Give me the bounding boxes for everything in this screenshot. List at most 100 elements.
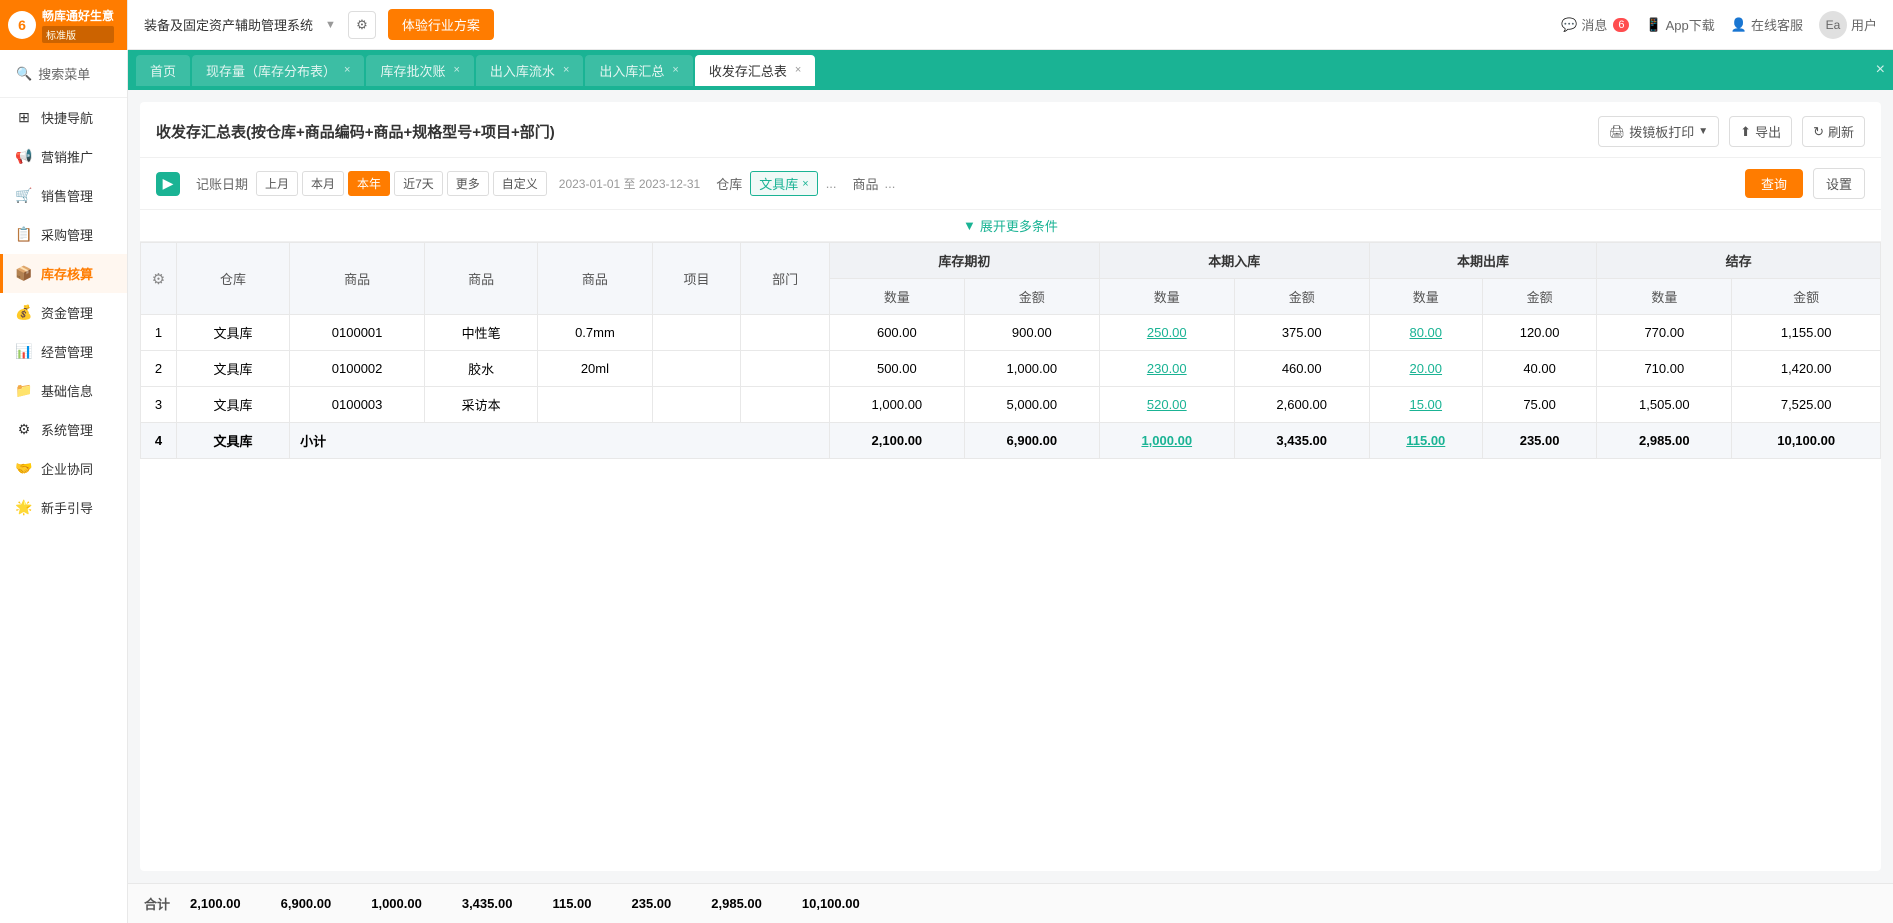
sidebar-item-marketing[interactable]: 📢 营销推广 xyxy=(0,137,127,176)
th-settings: ⚙ xyxy=(141,243,177,315)
th-bal-qty: 数量 xyxy=(1597,279,1732,315)
sidebar-item-finance[interactable]: 💰 资金管理 xyxy=(0,293,127,332)
row-in-amt: 460.00 xyxy=(1234,351,1369,387)
subtotal-bal-amt: 10,100.00 xyxy=(1732,423,1881,459)
service-icon: 👤 xyxy=(1731,17,1747,33)
subtotal-out-qty-link[interactable]: 115.00 xyxy=(1406,433,1445,448)
warehouse-tag-close[interactable]: × xyxy=(802,178,808,190)
in-qty-link[interactable]: 230.00 xyxy=(1147,361,1187,376)
finance-icon: 💰 xyxy=(15,304,33,322)
tab-close-icon[interactable]: × xyxy=(672,64,678,76)
print-button[interactable]: 🖨 拨镜板打印 ▼ xyxy=(1598,116,1719,147)
settings-button[interactable]: ⚙ xyxy=(348,11,376,39)
th-in-amt: 金额 xyxy=(1234,279,1369,315)
sidebar-item-label: 系统管理 xyxy=(41,420,93,439)
tab-close-icon[interactable]: × xyxy=(453,64,459,76)
th-goods-name: 商品 xyxy=(425,243,538,315)
filter-bar: ▶ 记账日期 上月 本月 本年 近7天 更多 自定义 2023-01-01 至 … xyxy=(140,158,1881,210)
message-button[interactable]: 💬 消息 6 xyxy=(1561,15,1629,34)
out-qty-link[interactable]: 20.00 xyxy=(1409,361,1442,376)
date-btn-more[interactable]: 更多 xyxy=(447,171,489,196)
online-service-label: 在线客服 xyxy=(1751,15,1803,34)
sidebar-item-label: 经营管理 xyxy=(41,342,93,361)
row-out-qty[interactable]: 80.00 xyxy=(1369,315,1482,351)
goods-more-btn[interactable]: ... xyxy=(885,176,896,191)
in-qty-link[interactable]: 250.00 xyxy=(1147,325,1187,340)
row-out-qty[interactable]: 15.00 xyxy=(1369,387,1482,423)
tab-close-icon[interactable]: × xyxy=(344,64,350,76)
row-out-amt: 120.00 xyxy=(1482,315,1597,351)
row-out-qty[interactable]: 20.00 xyxy=(1369,351,1482,387)
date-btn-last-month[interactable]: 上月 xyxy=(256,171,298,196)
settings-filter-button[interactable]: 设置 xyxy=(1813,168,1865,199)
sidebar-item-basic[interactable]: 📁 基础信息 xyxy=(0,371,127,410)
expand-more-button[interactable]: ▼ 展开更多条件 xyxy=(963,216,1058,235)
warehouse-tag: 文具库 × xyxy=(750,171,817,196)
date-btn-this-year[interactable]: 本年 xyxy=(348,171,390,196)
subtotal-in-qty: 1,000.00 xyxy=(1099,423,1234,459)
sidebar-item-company[interactable]: 🤝 企业协同 xyxy=(0,449,127,488)
row-goods-spec: 0.7mm xyxy=(538,315,652,351)
filter-right: 查询 设置 xyxy=(1745,168,1865,199)
basic-icon: 📁 xyxy=(15,382,33,400)
system-icon: ⚙ xyxy=(15,421,33,439)
tab-in-out-flow[interactable]: 出入库流水 × xyxy=(476,55,583,86)
tab-in-out-summary-label: 出入库汇总 xyxy=(599,61,664,80)
purchase-icon: 📋 xyxy=(15,226,33,244)
th-balance: 结存 xyxy=(1597,243,1881,279)
total-label: 合计 xyxy=(144,894,170,913)
subtotal-row: 4 文具库 小计 2,100.00 6,900.00 1,000.00 3,43… xyxy=(141,423,1881,459)
tab-in-out-summary[interactable]: 出入库汇总 × xyxy=(585,55,692,86)
row-in-qty[interactable]: 230.00 xyxy=(1099,351,1234,387)
date-btn-custom[interactable]: 自定义 xyxy=(493,171,547,196)
tab-stock-dist[interactable]: 现存量（库存分布表） × xyxy=(192,55,364,86)
sidebar-item-inventory[interactable]: 📦 库存核算 xyxy=(0,254,127,293)
sidebar-item-system[interactable]: ⚙ 系统管理 xyxy=(0,410,127,449)
tab-close-icon[interactable]: × xyxy=(563,64,569,76)
date-btn-this-month[interactable]: 本月 xyxy=(302,171,344,196)
row-open-amt: 1,000.00 xyxy=(964,351,1099,387)
sidebar-item-sales[interactable]: 🛒 销售管理 xyxy=(0,176,127,215)
out-qty-link[interactable]: 80.00 xyxy=(1409,325,1442,340)
sidebar-item-purchase[interactable]: 📋 采购管理 xyxy=(0,215,127,254)
operation-icon: 📊 xyxy=(15,343,33,361)
message-label: 消息 xyxy=(1581,15,1607,34)
app-download-button[interactable]: 📱 App下载 xyxy=(1645,15,1714,34)
warehouse-tag-text: 文具库 xyxy=(759,174,798,193)
message-icon: 💬 xyxy=(1561,17,1577,33)
query-button[interactable]: 查询 xyxy=(1745,169,1803,198)
row-in-qty[interactable]: 520.00 xyxy=(1099,387,1234,423)
export-button[interactable]: ⬆ 导出 xyxy=(1729,116,1792,147)
tab-home[interactable]: 首页 xyxy=(136,55,190,86)
table-row: 3 文具库 0100003 采访本 1,000.00 5,000.00 520.… xyxy=(141,387,1881,423)
warehouse-filter-group: 仓库 文具库 × ... xyxy=(716,171,836,196)
print-label: 拨镜板打印 xyxy=(1629,122,1694,141)
tab-close-icon[interactable]: × xyxy=(795,64,801,76)
subtotal-in-qty-link[interactable]: 1,000.00 xyxy=(1141,433,1192,448)
row-bal-qty: 770.00 xyxy=(1597,315,1732,351)
warehouse-more-btn[interactable]: ... xyxy=(826,176,837,191)
close-all-tabs-button[interactable]: × xyxy=(1876,61,1885,79)
search-menu-button[interactable]: 🔍 搜索菜单 xyxy=(8,58,119,89)
refresh-button[interactable]: ↻ 刷新 xyxy=(1802,116,1865,147)
tab-recv-send[interactable]: 收发存汇总表 × xyxy=(695,55,815,86)
sidebar-item-operation[interactable]: 📊 经营管理 xyxy=(0,332,127,371)
subtotal-label: 小计 xyxy=(290,423,830,459)
sidebar-item-quick-nav[interactable]: ⊞ 快捷导航 xyxy=(0,98,127,137)
table-settings-button[interactable]: ⚙ xyxy=(152,270,165,288)
row-warehouse: 文具库 xyxy=(177,315,290,351)
date-btn-7days[interactable]: 近7天 xyxy=(394,171,443,196)
user-button[interactable]: Ea 用户 xyxy=(1819,11,1877,39)
experience-button[interactable]: 体验行业方案 xyxy=(388,9,494,40)
in-qty-link[interactable]: 520.00 xyxy=(1147,397,1187,412)
filter-expand-button[interactable]: ▶ xyxy=(156,172,180,196)
subtotal-out-qty: 115.00 xyxy=(1369,423,1482,459)
row-open-qty: 1,000.00 xyxy=(829,387,964,423)
online-service-button[interactable]: 👤 在线客服 xyxy=(1731,15,1803,34)
tab-batch[interactable]: 库存批次账 × xyxy=(366,55,473,86)
th-open-qty: 数量 xyxy=(829,279,964,315)
page-title: 收发存汇总表(按仓库+商品编码+商品+规格型号+项目+部门) xyxy=(156,121,555,142)
row-in-qty[interactable]: 250.00 xyxy=(1099,315,1234,351)
out-qty-link[interactable]: 15.00 xyxy=(1409,397,1442,412)
sidebar-item-guide[interactable]: 🌟 新手引导 xyxy=(0,488,127,527)
